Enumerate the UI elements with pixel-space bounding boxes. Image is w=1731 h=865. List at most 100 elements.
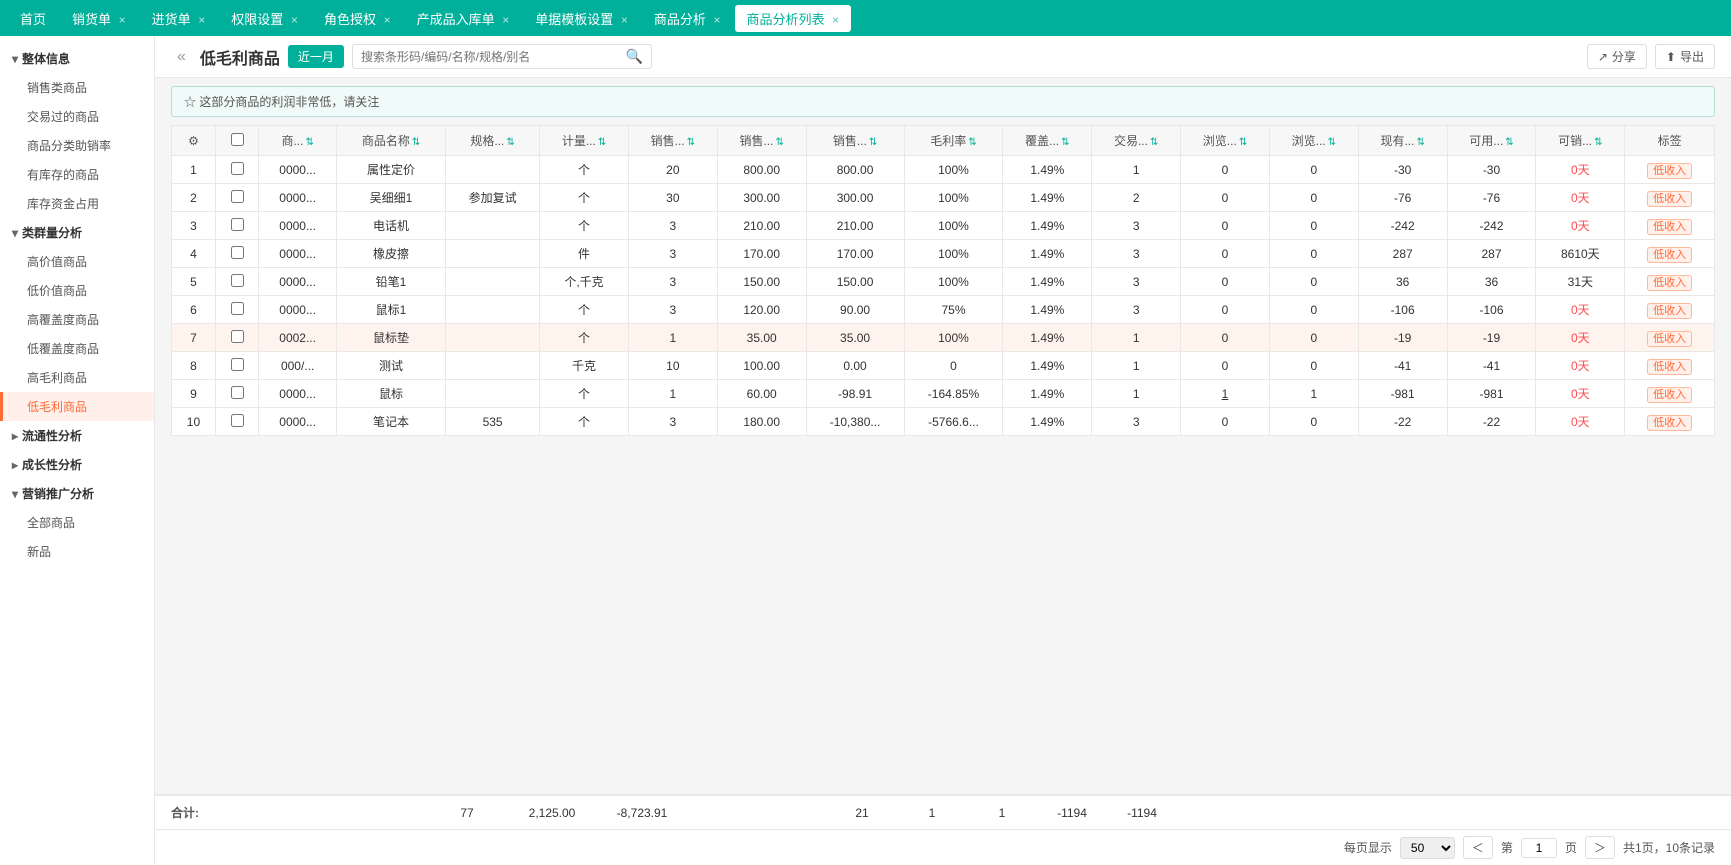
col-spec[interactable]: 规格...⇅ <box>446 126 540 156</box>
col-sales-amount[interactable]: 销售...⇅ <box>806 126 904 156</box>
col-gross-margin[interactable]: 毛利率⇅ <box>904 126 1003 156</box>
sidebar-section-circulation[interactable]: ▸ 流通性分析 <box>0 421 154 450</box>
sidebar-item-new-goods[interactable]: 新品 <box>0 537 154 566</box>
search-input[interactable] <box>361 50 626 64</box>
col-sales-price[interactable]: 销售...⇅ <box>717 126 806 156</box>
row-select-checkbox[interactable] <box>231 246 244 259</box>
sidebar-item-category-rate[interactable]: 商品分类助销率 <box>0 131 154 160</box>
next-page-button[interactable]: ＞ <box>1585 836 1615 859</box>
row-checkbox[interactable] <box>215 324 258 352</box>
col-stock-available[interactable]: 可用...⇅ <box>1447 126 1536 156</box>
sidebar-item-stock-capital[interactable]: 库存资金占用 <box>0 189 154 218</box>
row-sales-price: 150.00 <box>717 268 806 296</box>
total-stock-available: -1194 <box>1107 806 1177 820</box>
sidebar-section-marketing[interactable]: ▾ 营销推广分析 <box>0 479 154 508</box>
row-select-checkbox[interactable] <box>231 218 244 231</box>
arrow-cluster: ▾ <box>12 226 18 240</box>
col-sales-qty[interactable]: 销售...⇅ <box>628 126 717 156</box>
col-browse2[interactable]: 浏览...⇅ <box>1269 126 1358 156</box>
col-stock-saleable[interactable]: 可销...⇅ <box>1536 126 1625 156</box>
row-stock-saleable: 31天 <box>1536 268 1625 296</box>
row-select-checkbox[interactable] <box>231 386 244 399</box>
sidebar-section-cluster[interactable]: ▾ 类群量分析 <box>0 218 154 247</box>
row-checkbox[interactable] <box>215 296 258 324</box>
nav-purchase[interactable]: 进货单 × <box>140 5 218 32</box>
table-row: 10 0000... 笔记本 535 个 3 180.00 -10,380...… <box>172 408 1715 436</box>
prev-page-button[interactable]: ＜ <box>1463 836 1493 859</box>
row-checkbox[interactable] <box>215 268 258 296</box>
sidebar-section-growth[interactable]: ▸ 成长性分析 <box>0 450 154 479</box>
row-select-checkbox[interactable] <box>231 414 244 427</box>
nav-role[interactable]: 角色授权 × <box>312 5 403 32</box>
row-browse1: 0 <box>1181 296 1270 324</box>
row-stock-available: 287 <box>1447 240 1536 268</box>
row-trade: 3 <box>1092 240 1181 268</box>
col-trade[interactable]: 交易...⇅ <box>1092 126 1181 156</box>
row-spec <box>446 156 540 184</box>
share-button[interactable]: ↗ 分享 <box>1587 44 1647 69</box>
row-select-checkbox[interactable] <box>231 190 244 203</box>
row-select-checkbox[interactable] <box>231 162 244 175</box>
row-stock-available: -106 <box>1447 296 1536 324</box>
col-settings[interactable]: ⚙ <box>172 126 216 156</box>
col-name[interactable]: 商品名称⇅ <box>336 126 445 156</box>
sidebar-item-low-margin[interactable]: 低毛利商品 <box>0 392 154 421</box>
search-icon[interactable]: 🔍 <box>626 48 643 65</box>
select-all-checkbox[interactable] <box>231 133 244 146</box>
table-row: 1 0000... 属性定价 个 20 800.00 800.00 100% 1… <box>172 156 1715 184</box>
sidebar-item-high-value[interactable]: 高价值商品 <box>0 247 154 276</box>
collapse-button[interactable]: « <box>171 46 192 68</box>
col-code[interactable]: 商...⇅ <box>259 126 337 156</box>
sidebar-item-low-coverage[interactable]: 低覆盖度商品 <box>0 334 154 363</box>
total-qty: 77 <box>427 806 507 820</box>
row-checkbox[interactable] <box>215 212 258 240</box>
row-sales-amount: -10,380... <box>806 408 904 436</box>
row-code: 0000... <box>259 268 337 296</box>
nav-analysis[interactable]: 商品分析 × <box>642 5 733 32</box>
row-checkbox[interactable] <box>215 184 258 212</box>
row-checkbox[interactable] <box>215 156 258 184</box>
nav-permission[interactable]: 权限设置 × <box>219 5 310 32</box>
sidebar-item-all-goods[interactable]: 全部商品 <box>0 508 154 537</box>
sidebar-item-high-margin[interactable]: 高毛利商品 <box>0 363 154 392</box>
row-checkbox[interactable] <box>215 380 258 408</box>
row-stock-saleable: 0天 <box>1536 212 1625 240</box>
row-select-checkbox[interactable] <box>231 302 244 315</box>
row-code: 0000... <box>259 380 337 408</box>
notice-text: 这部分商品的利润非常低，请关注 <box>199 95 379 109</box>
export-label: 导出 <box>1680 48 1704 65</box>
row-checkbox[interactable] <box>215 240 258 268</box>
row-gross-margin: 100% <box>904 184 1003 212</box>
table-container[interactable]: ⚙ 商...⇅ 商品名称⇅ 规格...⇅ 计量...⇅ 销售...⇅ 销售...… <box>171 125 1715 794</box>
sidebar-item-stock-goods[interactable]: 有库存的商品 <box>0 160 154 189</box>
nav-home[interactable]: 首页 <box>8 5 58 32</box>
nav-template[interactable]: 单据模板设置 × <box>523 5 640 32</box>
col-coverage[interactable]: 覆盖...⇅ <box>1003 126 1092 156</box>
row-select-checkbox[interactable] <box>231 330 244 343</box>
col-checkbox[interactable] <box>215 126 258 156</box>
row-checkbox[interactable] <box>215 408 258 436</box>
nav-product-entry[interactable]: 产成品入库单 × <box>405 5 522 32</box>
row-checkbox[interactable] <box>215 352 258 380</box>
row-browse1[interactable]: 1 <box>1181 380 1270 408</box>
sidebar-item-traded-goods[interactable]: 交易过的商品 <box>0 102 154 131</box>
sidebar-item-sales-goods[interactable]: 销售类商品 <box>0 73 154 102</box>
row-unit: 个 <box>540 380 629 408</box>
sidebar-item-low-value[interactable]: 低价值商品 <box>0 276 154 305</box>
row-select-checkbox[interactable] <box>231 358 244 371</box>
row-select-checkbox[interactable] <box>231 274 244 287</box>
export-button[interactable]: ⬆ 导出 <box>1655 44 1715 69</box>
col-unit[interactable]: 计量...⇅ <box>540 126 629 156</box>
col-stock-current[interactable]: 现有...⇅ <box>1358 126 1447 156</box>
settings-icon[interactable]: ⚙ <box>188 134 199 148</box>
sidebar-item-high-coverage[interactable]: 高覆盖度商品 <box>0 305 154 334</box>
nav-sales[interactable]: 销货单 × <box>60 5 138 32</box>
col-browse1[interactable]: 浏览...⇅ <box>1181 126 1270 156</box>
row-stock-available: -41 <box>1447 352 1536 380</box>
sidebar-section-overall[interactable]: ▾ 整体信息 <box>0 44 154 73</box>
per-page-select[interactable]: 50 100 200 <box>1400 837 1455 859</box>
tag-badge: 低收入 <box>1647 219 1692 235</box>
current-page-input[interactable] <box>1521 838 1557 858</box>
date-filter-button[interactable]: 近一月 <box>288 45 344 68</box>
nav-analysis-list[interactable]: 商品分析列表 × <box>735 5 852 32</box>
